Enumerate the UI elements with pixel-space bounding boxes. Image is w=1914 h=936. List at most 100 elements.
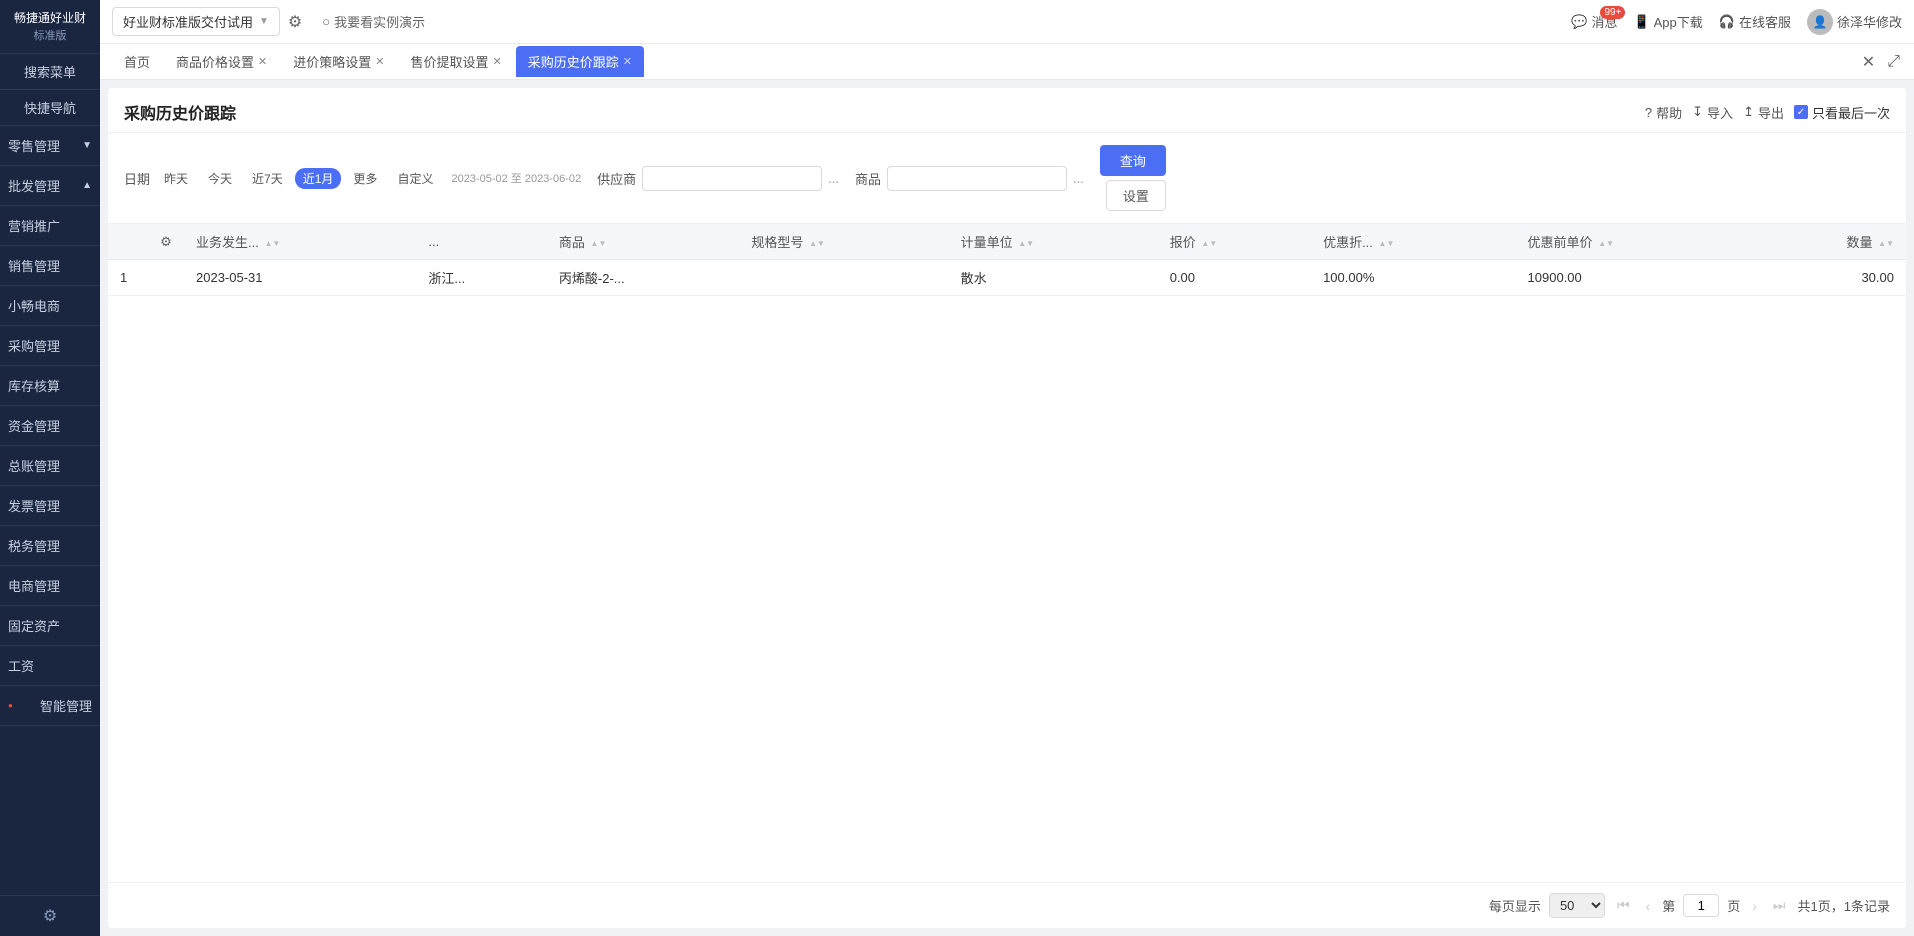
pagination-row: 每页显示 50 100 200 ⏮ ‹ 第 页 › ⏭ 共1页，1条记录 xyxy=(108,882,1906,928)
query-button[interactable]: 查询 xyxy=(1100,145,1166,176)
date-chip-more[interactable]: 更多 xyxy=(345,168,385,189)
cell-goods: 丙烯酸-2-... xyxy=(547,260,740,296)
page-size-label: 每页显示 xyxy=(1489,896,1541,915)
sidebar-item-fixed-assets[interactable]: 固定资产 xyxy=(0,606,100,646)
th-biz-date[interactable]: 业务发生... ▲▼ xyxy=(184,224,416,260)
sidebar-item-ecommerce[interactable]: 电商管理 xyxy=(0,566,100,606)
sidebar-item-purchase[interactable]: 采购管理 xyxy=(0,326,100,366)
th-goods[interactable]: 商品 ▲▼ xyxy=(547,224,740,260)
prev-page-button[interactable]: ‹ xyxy=(1642,896,1655,916)
sort-icon-pre-discount-price: ▲▼ xyxy=(1598,239,1614,248)
expand-tab-button[interactable]: ⤢ xyxy=(1885,51,1902,73)
tab-close-sale-price-extract[interactable]: ✕ xyxy=(493,55,502,68)
close-tab-button[interactable]: ✕ xyxy=(1860,50,1877,74)
sidebar-item-salary[interactable]: 工资 xyxy=(0,646,100,686)
online-service-button[interactable]: 🎧 在线客服 xyxy=(1719,12,1791,31)
date-chip-7days[interactable]: 近7天 xyxy=(244,168,291,189)
tab-purchase-history[interactable]: 采购历史价跟踪 ✕ xyxy=(516,46,644,77)
goods-label: 商品 xyxy=(855,169,881,188)
sidebar-quick-nav[interactable]: 快捷导航 xyxy=(0,90,100,126)
th-quantity[interactable]: 数量 ▲▼ xyxy=(1753,224,1906,260)
page-number-input[interactable] xyxy=(1683,894,1719,917)
column-settings-icon[interactable]: ⚙ xyxy=(160,234,172,249)
date-chip-today[interactable]: 今天 xyxy=(200,168,240,189)
import-button[interactable]: ↧ 导入 xyxy=(1692,103,1733,122)
tabbar-actions: ✕ ⤢ xyxy=(1860,50,1902,74)
demo-button[interactable]: ○ 我要看实例演示 xyxy=(322,12,425,31)
sidebar-item-smart[interactable]: 智能管理 xyxy=(0,686,100,726)
sidebar-item-tax[interactable]: 税务管理 xyxy=(0,526,100,566)
cell-pre-discount-price: 10900.00 xyxy=(1516,260,1753,296)
goods-more-button[interactable]: ... xyxy=(1073,171,1084,186)
content-area: 采购历史价跟踪 ? 帮助 ↧ 导入 ↥ 导出 ✓ 只看最后一次 xyxy=(108,88,1906,928)
tab-price-settings[interactable]: 商品价格设置 ✕ xyxy=(164,46,279,77)
sidebar-item-ecommerce-small[interactable]: 小畅电商 xyxy=(0,286,100,326)
sidebar-item-invoice[interactable]: 发票管理 xyxy=(0,486,100,526)
supplier-more-button[interactable]: ... xyxy=(828,171,839,186)
sidebar-item-inventory[interactable]: 库存核算 xyxy=(0,366,100,406)
tab-sale-price-extract[interactable]: 售价提取设置 ✕ xyxy=(398,46,513,77)
goods-input[interactable] xyxy=(887,166,1067,191)
notifications-button[interactable]: 💬 消息 99+ xyxy=(1571,12,1617,31)
supplier-filter-group: 供应商 ... xyxy=(597,166,839,191)
version-selector[interactable]: 好业财标准版交付试用 ▼ xyxy=(112,7,280,36)
supplier-label: 供应商 xyxy=(597,169,636,188)
date-label: 日期 xyxy=(124,169,150,188)
th-discount[interactable]: 优惠折... ▲▼ xyxy=(1311,224,1515,260)
page-actions: ? 帮助 ↧ 导入 ↥ 导出 ✓ 只看最后一次 xyxy=(1645,103,1890,122)
page-label: 第 xyxy=(1662,896,1675,915)
app-download-button[interactable]: 📱 App下载 xyxy=(1633,12,1702,31)
table-header-row: ⚙ 业务发生... ▲▼ ... 商品 ▲▼ xyxy=(108,224,1906,260)
sort-icon-discount: ▲▼ xyxy=(1379,239,1395,248)
th-pre-discount-price[interactable]: 优惠前单价 ▲▼ xyxy=(1516,224,1753,260)
only-last-checkbox-label[interactable]: ✓ 只看最后一次 xyxy=(1794,103,1890,122)
topbar-gear-icon[interactable]: ⚙ xyxy=(288,12,302,32)
sort-icon-quantity: ▲▼ xyxy=(1878,239,1894,248)
sidebar-item-wholesale[interactable]: 批发管理 ▲ xyxy=(0,166,100,206)
sidebar-item-marketing[interactable]: 营销推广 xyxy=(0,206,100,246)
last-page-button[interactable]: ⏭ xyxy=(1769,895,1790,916)
settings-icon[interactable]: ⚙ xyxy=(43,908,57,925)
total-info: 共1页，1条记录 xyxy=(1798,896,1890,915)
sidebar: 畅捷通好业财 标准版 搜索菜单 快捷导航 零售管理 ▼ 批发管理 ▲ 营销推广 … xyxy=(0,0,100,936)
sidebar-item-retail[interactable]: 零售管理 ▼ xyxy=(0,126,100,166)
th-spec[interactable]: 规格型号 ▲▼ xyxy=(739,224,948,260)
page-unit-label: 页 xyxy=(1727,896,1740,915)
supplier-input[interactable] xyxy=(642,166,822,191)
th-unit[interactable]: 计量单位 ▲▼ xyxy=(949,224,1158,260)
cell-biz-date: 2023-05-31 xyxy=(184,260,416,296)
sidebar-item-sales[interactable]: 销售管理 xyxy=(0,246,100,286)
notifications-badge: 99+ xyxy=(1600,6,1625,19)
import-icon: ↧ xyxy=(1692,104,1703,120)
cell-discount: 100.00% xyxy=(1311,260,1515,296)
tab-close-price-settings[interactable]: ✕ xyxy=(258,55,267,68)
sidebar-search[interactable]: 搜索菜单 xyxy=(0,54,100,90)
next-page-button[interactable]: › xyxy=(1748,896,1761,916)
tab-home[interactable]: 首页 xyxy=(112,46,162,77)
date-chip-custom[interactable]: 自定义 xyxy=(389,168,441,189)
message-icon: 💬 xyxy=(1571,14,1587,30)
data-table: ⚙ 业务发生... ▲▼ ... 商品 ▲▼ xyxy=(108,224,1906,296)
th-index xyxy=(108,224,148,260)
tab-close-purchase-history[interactable]: ✕ xyxy=(623,55,632,68)
date-filter-group: 日期 昨天 今天 近7天 近1月 更多 自定义 2023-05-02 至 202… xyxy=(124,168,581,189)
sidebar-item-finance[interactable]: 资金管理 xyxy=(0,406,100,446)
first-page-button[interactable]: ⏮ xyxy=(1613,895,1634,916)
cell-quote: 0.00 xyxy=(1158,260,1311,296)
sidebar-item-general-ledger[interactable]: 总账管理 xyxy=(0,446,100,486)
th-more: ... xyxy=(416,224,547,260)
version-selector-text: 好业财标准版交付试用 xyxy=(123,12,253,31)
tab-purchase-strategy[interactable]: 进价策略设置 ✕ xyxy=(281,46,396,77)
cell-spec xyxy=(739,260,948,296)
tab-close-purchase-strategy[interactable]: ✕ xyxy=(375,55,384,68)
filter-settings-button[interactable]: 设置 xyxy=(1106,180,1166,211)
sort-icon-spec: ▲▼ xyxy=(809,239,825,248)
user-menu[interactable]: 👤 徐泽华修改 xyxy=(1807,9,1902,35)
th-quote[interactable]: 报价 ▲▼ xyxy=(1158,224,1311,260)
date-chip-1month[interactable]: 近1月 xyxy=(295,168,342,189)
export-button[interactable]: ↥ 导出 xyxy=(1743,103,1784,122)
page-size-select[interactable]: 50 100 200 xyxy=(1549,893,1605,918)
demo-icon: ○ xyxy=(322,14,330,29)
date-chip-yesterday[interactable]: 昨天 xyxy=(156,168,196,189)
help-button[interactable]: ? 帮助 xyxy=(1645,103,1682,122)
